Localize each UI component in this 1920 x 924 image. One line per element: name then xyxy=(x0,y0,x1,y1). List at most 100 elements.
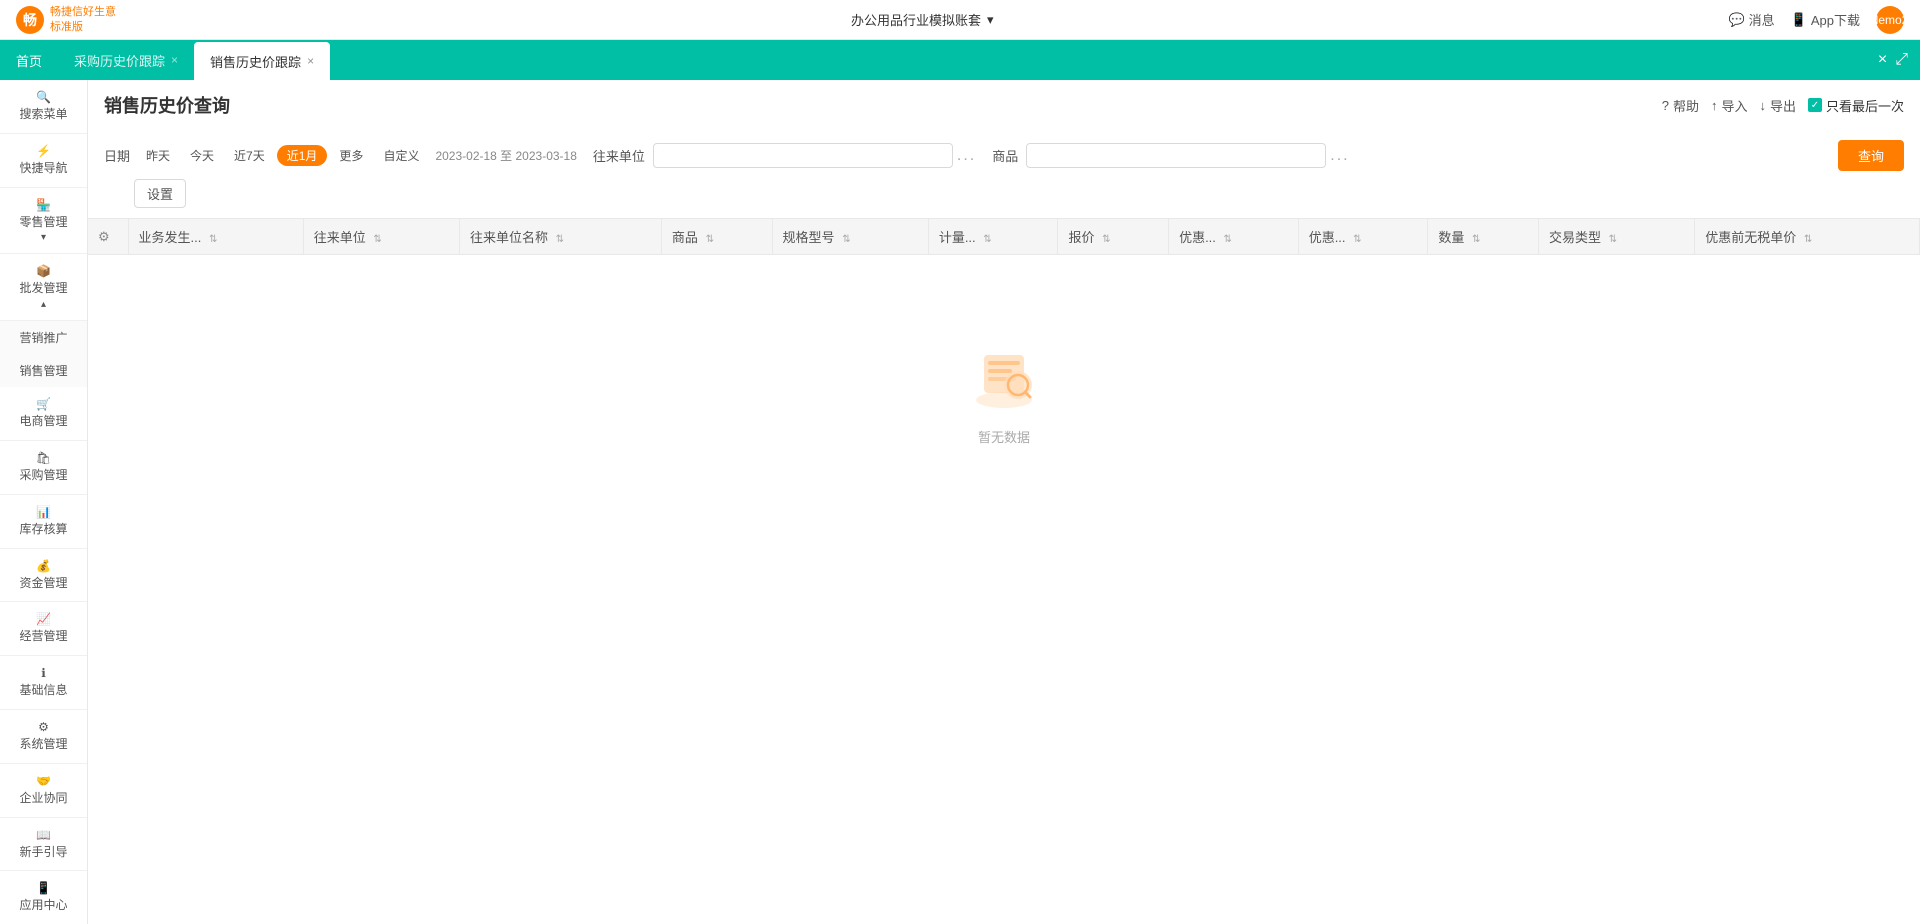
sort-icon[interactable]: ⇅ xyxy=(1472,234,1480,245)
tab-bar: 首页 采购历史价跟踪 × 销售历史价跟踪 × × ⤢ xyxy=(0,40,1920,80)
sort-icon[interactable]: ⇅ xyxy=(1224,234,1232,245)
date-btn-today[interactable]: 今天 xyxy=(182,145,222,166)
sidebar-item-sales-mgmt-label: 销售管理 xyxy=(19,362,67,379)
sidebar-item-app-center[interactable]: 📱 应用中心 xyxy=(0,871,87,924)
sidebar-item-system-label: 系统管理 xyxy=(19,736,67,753)
quick-nav-icon: ⚡ xyxy=(36,144,51,158)
tab-home[interactable]: 首页 xyxy=(0,40,58,80)
help-button[interactable]: ? 帮助 xyxy=(1662,96,1699,115)
sidebar-item-search-menu[interactable]: 🔍 搜索菜单 xyxy=(0,80,87,134)
sort-icon[interactable]: ⇅ xyxy=(1804,234,1812,245)
partner-search-icon[interactable]: ... xyxy=(957,147,976,165)
sort-icon[interactable]: ⇅ xyxy=(556,234,564,245)
avatar: demo2 xyxy=(1876,6,1904,34)
close-sales-history-tab[interactable]: × xyxy=(307,54,314,68)
tab-bar-actions: × ⤢ xyxy=(1878,51,1920,69)
operation-icon: 📈 xyxy=(36,612,51,626)
col-discount2: 优惠... ⇅ xyxy=(1298,219,1428,255)
sort-icon[interactable]: ⇅ xyxy=(373,234,381,245)
product-input[interactable] xyxy=(1026,143,1326,168)
purchase-icon: 🛍 xyxy=(36,451,51,465)
date-options: 昨天 今天 近7天 近1月 更多 自定义 xyxy=(138,145,427,166)
message-icon: 💬 xyxy=(1728,12,1744,28)
query-button[interactable]: 查询 xyxy=(1838,140,1904,171)
tab-sales-history[interactable]: 销售历史价跟踪 × xyxy=(194,42,330,80)
sort-icon[interactable]: ⇅ xyxy=(983,234,991,245)
only-last-checkbox[interactable]: 只看最后一次 xyxy=(1808,96,1904,115)
partner-input[interactable] xyxy=(653,143,953,168)
close-tab-button[interactable]: × xyxy=(1878,51,1887,69)
app-download-button[interactable]: 📱 App下载 xyxy=(1791,10,1860,29)
sidebar-item-inventory[interactable]: 📊 库存核算 xyxy=(0,495,87,549)
maximize-button[interactable]: ⤢ xyxy=(1895,51,1908,69)
sidebar-item-quick-nav[interactable]: ⚡ 快捷导航 xyxy=(0,134,87,188)
import-button[interactable]: ↑ 导入 xyxy=(1711,96,1748,115)
date-btn-custom[interactable]: 自定义 xyxy=(375,145,427,166)
app-icon: 📱 xyxy=(1791,12,1807,28)
message-button[interactable]: 💬 消息 xyxy=(1728,10,1774,29)
col-quote: 报价 ⇅ xyxy=(1058,219,1169,255)
date-btn-more[interactable]: 更多 xyxy=(331,145,371,166)
user-menu[interactable]: demo2 xyxy=(1876,6,1904,34)
col-partner-code: 往来单位 ⇅ xyxy=(303,219,459,255)
col-trade-type: 交易类型 ⇅ xyxy=(1538,219,1694,255)
sidebar-item-ecommerce[interactable]: 🛒 电商管理 xyxy=(0,387,87,441)
sidebar-item-basic-info-label: 基础信息 xyxy=(19,682,67,699)
sort-icon[interactable]: ⇅ xyxy=(706,234,714,245)
sidebar-item-operation[interactable]: 📈 经营管理 xyxy=(0,602,87,656)
date-btn-7days[interactable]: 近7天 xyxy=(226,145,273,166)
sidebar-item-wholesale-mgmt[interactable]: 📦 批发管理 ▴ xyxy=(0,254,87,321)
tab-home-label: 首页 xyxy=(16,51,42,70)
guide-icon: 📖 xyxy=(36,828,51,842)
logo-text: 畅捷信好生意 标准版 xyxy=(50,5,116,34)
system-icon: ⚙ xyxy=(38,720,49,734)
date-btn-1month[interactable]: 近1月 xyxy=(277,145,328,166)
sidebar-item-sales-mgmt[interactable]: 销售管理 xyxy=(0,354,87,387)
finance-icon: 💰 xyxy=(36,559,51,573)
top-bar-right: 💬 消息 📱 App下载 demo2 xyxy=(1728,6,1904,34)
sidebar-item-finance[interactable]: 💰 资金管理 xyxy=(0,549,87,603)
sidebar-item-marketing[interactable]: 营销推广 xyxy=(0,321,87,354)
sort-icon[interactable]: ⇅ xyxy=(1102,234,1110,245)
sidebar-item-retail-mgmt-label: 零售管理 xyxy=(19,214,67,231)
sidebar-item-retail-mgmt[interactable]: 🏪 零售管理 ▾ xyxy=(0,188,87,255)
sidebar-item-ecommerce-label: 电商管理 xyxy=(19,413,67,430)
import-icon: ↑ xyxy=(1711,98,1718,113)
product-search-icon[interactable]: ... xyxy=(1330,147,1349,165)
product-label: 商品 xyxy=(992,146,1018,165)
sort-icon[interactable]: ⇅ xyxy=(209,234,217,245)
sidebar-item-purchase-mgmt[interactable]: 🛍 采购管理 xyxy=(0,441,87,495)
sort-icon[interactable]: ⇅ xyxy=(1609,234,1617,245)
col-spec: 规格型号 ⇅ xyxy=(772,219,928,255)
only-last-check[interactable] xyxy=(1808,98,1822,112)
export-button[interactable]: ↓ 导出 xyxy=(1759,96,1796,115)
sidebar-item-basic-info[interactable]: ℹ 基础信息 xyxy=(0,656,87,710)
date-range: 2023-02-18 至 2023-03-18 xyxy=(435,147,576,164)
tab-purchase-history[interactable]: 采购历史价跟踪 × xyxy=(58,40,194,80)
sort-icon[interactable]: ⇅ xyxy=(842,234,850,245)
sidebar-item-search-menu-label: 搜索菜单 xyxy=(19,106,67,123)
sidebar-item-system[interactable]: ⚙ 系统管理 xyxy=(0,710,87,764)
col-partner-name: 往来单位名称 ⇅ xyxy=(460,219,662,255)
content-area: 销售历史价查询 ? 帮助 ↑ 导入 ↓ 导出 xyxy=(88,80,1920,924)
col-product: 商品 ⇅ xyxy=(661,219,772,255)
sidebar-item-finance-label: 资金管理 xyxy=(19,575,67,592)
date-btn-yesterday[interactable]: 昨天 xyxy=(138,145,178,166)
page-actions: ? 帮助 ↑ 导入 ↓ 导出 只看最后一次 xyxy=(1662,96,1904,115)
sidebar-item-purchase-label: 采购管理 xyxy=(19,467,67,484)
sidebar-item-marketing-label: 营销推广 xyxy=(19,329,67,346)
col-discount1: 优惠... ⇅ xyxy=(1169,219,1299,255)
sidebar-item-guide[interactable]: 📖 新手引导 xyxy=(0,818,87,872)
page-title-row: 销售历史价查询 ? 帮助 ↑ 导入 ↓ 导出 xyxy=(104,92,1904,118)
sort-icon[interactable]: ⇅ xyxy=(1353,234,1361,245)
setting-button[interactable]: 设置 xyxy=(134,179,186,208)
workspace-selector[interactable]: 办公用品行业模拟账套 ▾ xyxy=(851,10,994,29)
tab-sales-history-label: 销售历史价跟踪 xyxy=(210,52,301,71)
close-purchase-history-tab[interactable]: × xyxy=(171,53,178,67)
sidebar-item-enterprise-collab[interactable]: 🤝 企业协同 xyxy=(0,764,87,818)
col-no-tax-price: 优惠前无税单价 ⇅ xyxy=(1695,219,1920,255)
sidebar-item-operation-label: 经营管理 xyxy=(19,628,67,645)
column-settings-icon[interactable]: ⚙ xyxy=(98,229,110,244)
top-bar: 畅 畅捷信好生意 标准版 办公用品行业模拟账套 ▾ 💬 消息 📱 App下载 d… xyxy=(0,0,1920,40)
product-input-group: ... xyxy=(1026,143,1349,168)
